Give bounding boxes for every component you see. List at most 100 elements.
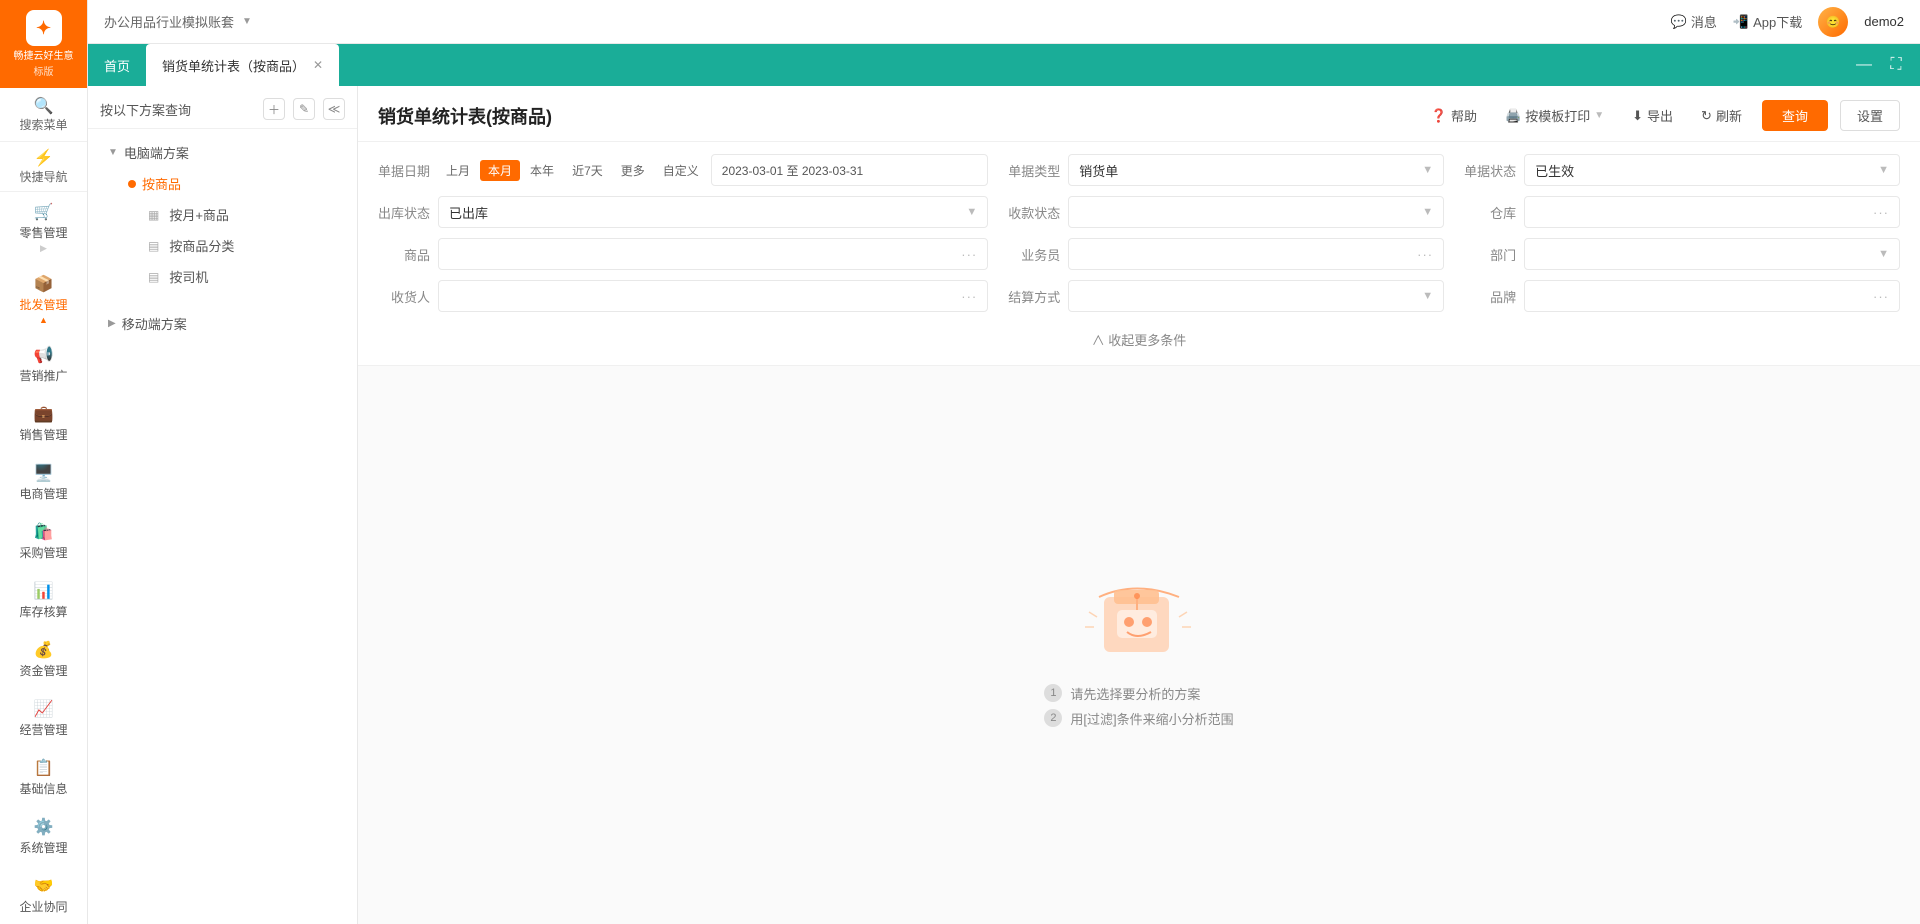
breadcrumb: 办公用品行业模拟账套 ▼ [104,12,1655,31]
user-name: demo2 [1864,14,1904,29]
help-icon: ❓ [1431,108,1447,124]
brand-control[interactable]: ··· [1524,280,1900,312]
bill-status-control[interactable]: 已生效 ▼ [1524,154,1900,186]
sidebar-item-wholesale[interactable]: 📦 批发管理 ▲ [0,264,87,335]
message-btn[interactable]: 💬 消息 [1671,12,1717,31]
date-label: 单据日期 [378,161,438,180]
date-tab-last-month[interactable]: 上月 [438,160,478,181]
out-status-control[interactable]: 已出库 ▼ [438,196,988,228]
sidebar-search[interactable]: 🔍 搜索菜单 [0,88,87,142]
tabbar-controls: — ⛶ [1840,53,1920,77]
add-scheme-btn[interactable]: ＋ [263,98,285,120]
edit-scheme-btn[interactable]: ✎ [293,98,315,120]
sidebar-item-sales[interactable]: 💼 销售管理 [0,394,87,453]
bill-type-control[interactable]: 销货单 ▼ [1068,154,1444,186]
sidebar-item-inventory[interactable]: 📊 库存核算 [0,571,87,630]
help-btn[interactable]: ❓ 帮助 [1423,102,1485,129]
settlement-control[interactable]: ▼ [1068,280,1444,312]
desktop-arrow-icon: ▼ [108,147,118,158]
date-tab-7days[interactable]: 近7天 [564,160,611,181]
mobile-scheme-label: 移动端方案 [122,314,187,333]
tab-minimize-btn[interactable]: — [1852,53,1876,77]
sidebar-item-retail[interactable]: 🛒 零售管理 ▶ [0,192,87,264]
recipient-dots-icon: ··· [961,289,977,304]
filter-date: 单据日期 上月 本月 本年 近7天 更多 自定义 2023-03-01 至 20… [378,154,988,186]
filter-row-1: 单据日期 上月 本月 本年 近7天 更多 自定义 2023-03-01 至 20… [378,154,1900,186]
empty-tip-1: 1 请先选择要分析的方案 [1044,684,1233,703]
marketing-label: 营销推广 [19,367,67,384]
app-download-label: App下载 [1753,12,1802,31]
scheme-desktop-toggle[interactable]: ▼ 电脑端方案 [100,137,345,168]
scheme-section-desktop: ▼ 电脑端方案 按商品 ▦ 按月+商品 ▤ 按商品分类 ▤ 按司机 [88,129,357,300]
scheme-by-month-goods[interactable]: ▦ 按月+商品 [100,199,345,230]
bill-status-value: 已生效 [1535,161,1878,180]
sidebar-item-purchase[interactable]: 🛍️ 采购管理 [0,512,87,571]
scheme-mobile-toggle[interactable]: ▶ 移动端方案 [100,308,345,339]
out-status-value: 已出库 [449,203,966,222]
tab-home-label: 首页 [104,56,130,75]
collapse-panel-btn[interactable]: ≪ [323,98,345,120]
tip-1-num: 1 [1044,684,1062,702]
tab-close-btn[interactable]: ✕ [313,58,323,72]
filter-salesperson: 业务员 ··· [1008,238,1444,270]
sidebar-item-ecommerce[interactable]: 🖥️ 电商管理 [0,453,87,512]
app-sub: 标版 [34,63,54,78]
sidebar-item-basic[interactable]: 📋 基础信息 [0,748,87,807]
collect-status-control[interactable]: ▼ [1068,196,1444,228]
settlement-dropdown-icon: ▼ [1422,290,1433,302]
scheme-by-driver[interactable]: ▤ 按司机 [100,261,345,292]
retail-label: 零售管理 [19,224,67,241]
collapse-filters-btn[interactable]: ∧ 收起更多条件 [378,322,1900,353]
app-download-btn[interactable]: 📲 App下载 [1733,12,1802,31]
left-panel: 按以下方案查询 ＋ ✎ ≪ ▼ 电脑端方案 按商品 ▦ 按月+商品 [88,86,358,924]
date-tab-more[interactable]: 更多 [613,160,653,181]
basic-icon: 📋 [34,758,54,778]
date-tab-custom[interactable]: 自定义 [655,160,707,181]
scheme-by-month-goods-label: 按月+商品 [169,205,229,224]
sidebar-item-system[interactable]: ⚙️ 系统管理 [0,807,87,866]
collect-status-label: 收款状态 [1008,203,1068,222]
system-label: 系统管理 [19,839,67,856]
query-button[interactable]: 查询 [1762,100,1828,131]
warehouse-label: 仓库 [1464,203,1524,222]
date-range[interactable]: 2023-03-01 至 2023-03-31 [711,154,988,186]
tab-maximize-btn[interactable]: ⛶ [1884,53,1908,77]
logo-icon: ✦ [26,10,62,46]
print-dropdown-icon[interactable]: ▼ [1594,110,1604,121]
export-btn[interactable]: ⬇ 导出 [1624,102,1681,129]
filter-out-status: 出库状态 已出库 ▼ [378,196,988,228]
department-dropdown-icon: ▼ [1878,248,1889,260]
scheme-by-category[interactable]: ▤ 按商品分类 [100,230,345,261]
wholesale-icon: 📦 [34,274,54,294]
salesperson-control[interactable]: ··· [1068,238,1444,270]
settings-button[interactable]: 设置 [1840,100,1900,131]
scheme-by-goods[interactable]: 按商品 [100,168,345,199]
page-title: 销货单统计表(按商品) [378,103,1423,129]
print-btn[interactable]: 🖨️ 按模板打印 ▼ [1497,102,1612,129]
marketing-icon: 📢 [34,345,54,365]
tab-home[interactable]: 首页 [88,44,146,86]
active-dot-icon [128,180,136,188]
filter-row-4: 收货人 ··· 结算方式 ▼ [378,280,1900,312]
month-goods-icon: ▦ [148,208,159,222]
tab-sales-report[interactable]: 销货单统计表（按商品） ✕ [146,44,339,86]
export-icon: ⬇ [1632,108,1643,124]
goods-control[interactable]: ··· [438,238,988,270]
sidebar-quicknav[interactable]: ⚡ 快捷导航 [0,142,87,192]
user-avatar[interactable]: 😊 [1818,7,1848,37]
date-tab-this-year[interactable]: 本年 [522,160,562,181]
warehouse-control[interactable]: ··· [1524,196,1900,228]
recipient-control[interactable]: ··· [438,280,988,312]
bill-status-dropdown-icon: ▼ [1878,164,1889,176]
sidebar-item-marketing[interactable]: 📢 营销推广 [0,335,87,394]
purchase-label: 采购管理 [19,544,67,561]
date-tab-this-month[interactable]: 本月 [480,160,520,181]
department-control[interactable]: ▼ [1524,238,1900,270]
breadcrumb-dropdown-icon[interactable]: ▼ [242,16,252,27]
retail-arrow: ▶ [40,243,47,254]
sidebar-item-enterprise[interactable]: 🤝 企业协同 [0,866,87,924]
sidebar-item-finance[interactable]: 💰 资金管理 [0,630,87,689]
refresh-btn[interactable]: ↻ 刷新 [1693,102,1750,129]
sidebar-item-operations[interactable]: 📈 经营管理 [0,689,87,748]
app-logo[interactable]: ✦ 畅捷云好生意 标版 [0,0,87,88]
